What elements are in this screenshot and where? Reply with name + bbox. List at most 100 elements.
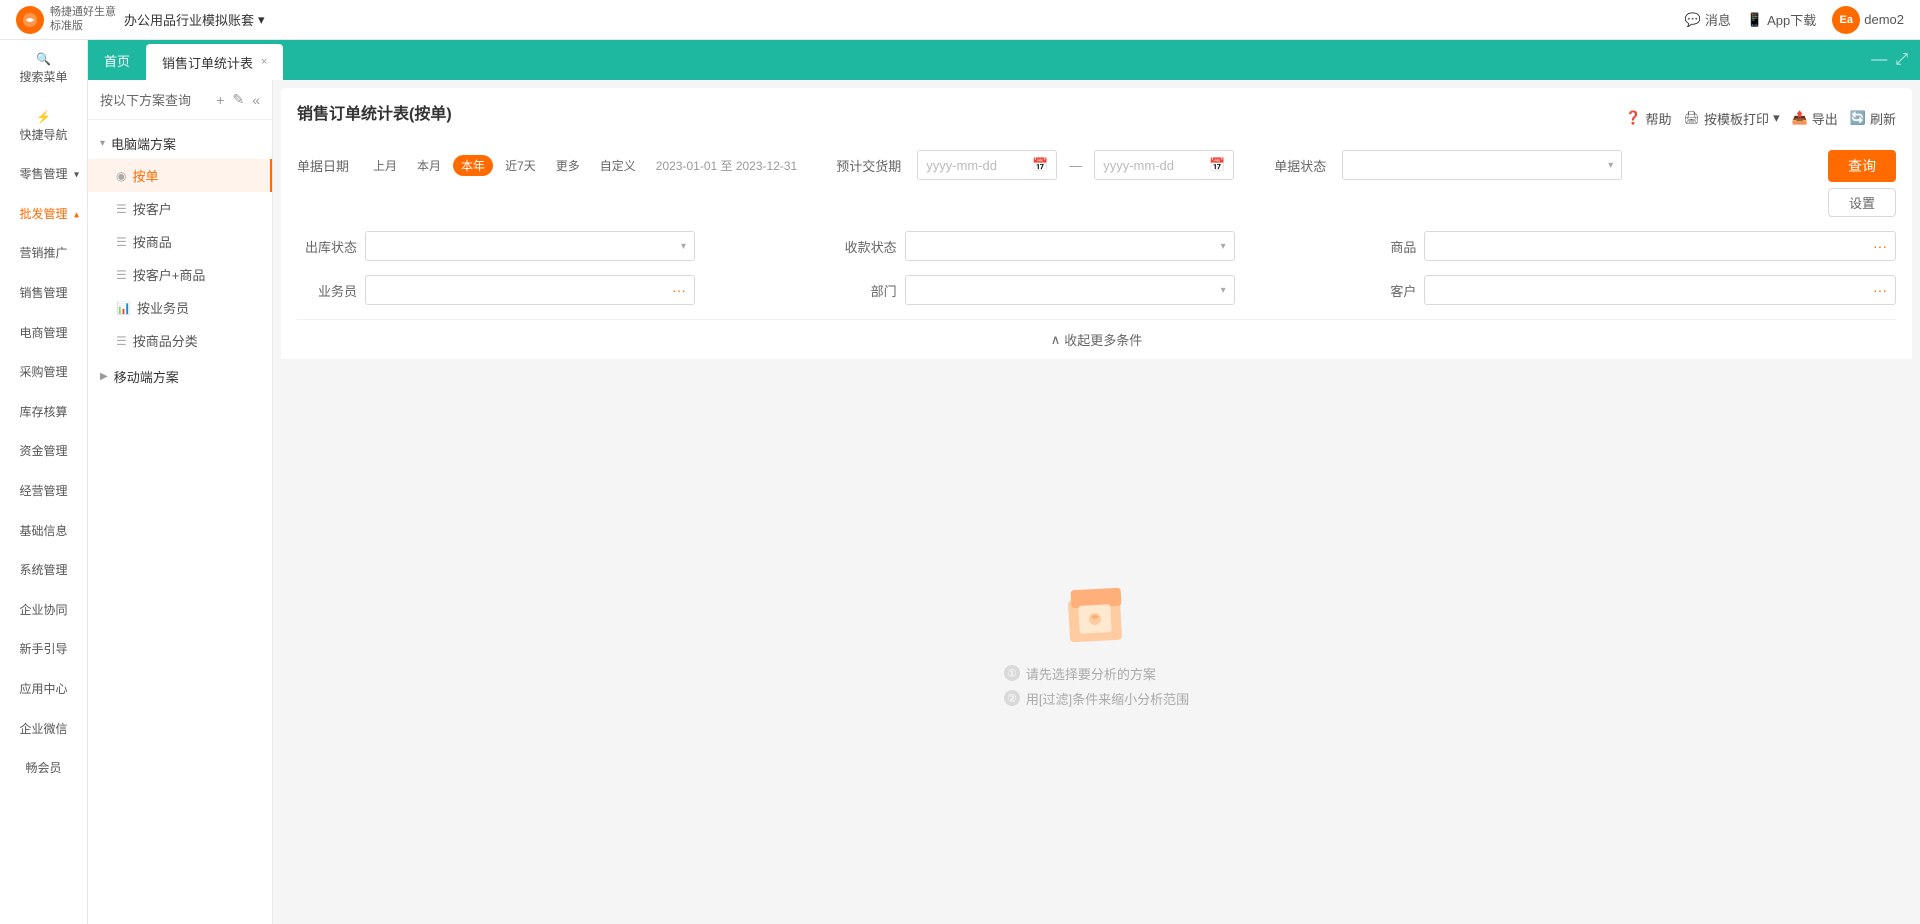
- scheme-group-desktop-header[interactable]: ▾ 电脑端方案: [88, 128, 272, 159]
- message-icon: 💬: [1685, 12, 1701, 28]
- left-scheme-panel: 按以下方案查询 + ✎ « ▾ 电脑端方案 ◉: [88, 80, 273, 924]
- collapse-row: ∧ 收起更多条件: [297, 319, 1896, 359]
- goods-input[interactable]: ···: [1424, 231, 1896, 261]
- query-btn-area: 查询 设置: [1828, 150, 1896, 217]
- minimize-icon[interactable]: —: [1871, 51, 1887, 69]
- sidebar-item-operations[interactable]: 经营管理: [0, 472, 87, 512]
- maximize-icon[interactable]: ⤢: [1895, 51, 1908, 69]
- sidebar-item-marketing[interactable]: 营销推广: [0, 234, 87, 274]
- dept-field: 部门 ▾: [837, 275, 1357, 305]
- sidebar-item-retail[interactable]: 零售管理 ▾: [0, 155, 87, 195]
- shipment-status-select[interactable]: ▾: [365, 231, 695, 261]
- scheme-group-mobile-header[interactable]: ▶ 移动端方案: [88, 361, 272, 392]
- sidebar-item-search[interactable]: 🔍 搜索菜单: [0, 40, 87, 98]
- sidebar-item-enterprise[interactable]: 企业协同: [0, 591, 87, 631]
- payment-dropdown-icon: ▾: [1221, 241, 1226, 252]
- date-btn-this-year[interactable]: 本年: [453, 155, 493, 176]
- print-dropdown-icon: ▾: [1773, 110, 1780, 126]
- filter-row-1: 单据日期 上月 本月 本年 近7天 更多 自定义 2023-01-01 至 20…: [297, 150, 1896, 217]
- scheme-item-by-goods[interactable]: ☰ 按商品: [88, 225, 272, 258]
- tab-bar-actions: — ⤢: [1871, 51, 1920, 69]
- sidebar-item-purchase[interactable]: 采购管理: [0, 353, 87, 393]
- scheme-item-by-customer[interactable]: ☰ 按客户: [88, 192, 272, 225]
- sidebar-item-ecommerce[interactable]: 电商管理: [0, 314, 87, 354]
- sidebar-item-basic-info[interactable]: 基础信息: [0, 512, 87, 552]
- sidebar-item-wholesale[interactable]: 批发管理 ▴: [0, 195, 87, 235]
- refresh-button[interactable]: 🔄 刷新: [1850, 109, 1896, 128]
- sidebar-item-finance[interactable]: 资金管理: [0, 432, 87, 472]
- filter-panel: 单据日期 上月 本月 本年 近7天 更多 自定义 2023-01-01 至 20…: [281, 136, 1912, 359]
- collapse-button[interactable]: ∧ 收起更多条件: [1051, 330, 1143, 349]
- status-select[interactable]: ▾: [1342, 150, 1622, 180]
- salesman-input[interactable]: ···: [365, 275, 695, 305]
- goods-label: 商品: [1376, 237, 1416, 256]
- export-button[interactable]: 📤 导出: [1792, 109, 1838, 128]
- print-icon: 🖨: [1684, 110, 1701, 126]
- empty-hints: ① 请先选择要分析的方案 ② 用[过滤]条件来缩小分析范围: [1004, 664, 1189, 714]
- forecast-end-date[interactable]: yyyy-mm-dd 📅: [1094, 150, 1234, 180]
- tab-close-icon[interactable]: ×: [261, 56, 267, 68]
- sidebar-item-inventory[interactable]: 库存核算: [0, 393, 87, 433]
- goods-field: 商品 ···: [1376, 231, 1896, 261]
- date-btn-last-month[interactable]: 上月: [365, 155, 405, 176]
- help-button[interactable]: ❓ 帮助: [1625, 109, 1671, 128]
- sidebar-item-system[interactable]: 系统管理: [0, 551, 87, 591]
- dept-label: 部门: [837, 281, 897, 300]
- forecast-start-date[interactable]: yyyy-mm-dd 📅: [917, 150, 1057, 180]
- scheme-list-icon-2: ☰: [116, 235, 127, 249]
- add-scheme-button[interactable]: +: [216, 92, 224, 108]
- right-content: 销售订单统计表(按单) ❓ 帮助 🖨 按模板打印 ▾ 📤: [273, 80, 1920, 924]
- scheme-item-by-order[interactable]: ◉ 按单: [88, 159, 272, 192]
- app-selector[interactable]: 办公用品行业模拟账套 ▾: [124, 10, 265, 29]
- sidebar-item-newbie[interactable]: 新手引导: [0, 630, 87, 670]
- salesman-more-icon[interactable]: ···: [672, 282, 686, 298]
- edit-scheme-button[interactable]: ✎: [232, 91, 244, 108]
- date-btn-more[interactable]: 更多: [548, 155, 588, 176]
- hint-item-1: ① 请先选择要分析的方案: [1004, 664, 1189, 683]
- scheme-list-icon-4: ☰: [116, 334, 127, 348]
- scheme-radio-icon: ◉: [116, 169, 126, 183]
- avatar: Ea: [1832, 6, 1860, 34]
- sidebar-item-shortcuts[interactable]: ⚡ 快捷导航: [0, 98, 87, 156]
- calendar-icon-1: 📅: [1032, 157, 1048, 173]
- scheme-item-by-customer-goods[interactable]: ☰ 按客户+商品: [88, 258, 272, 291]
- filter-row-1-inner: 单据日期 上月 本月 本年 近7天 更多 自定义 2023-01-01 至 20…: [297, 150, 1816, 180]
- goods-more-icon[interactable]: ···: [1873, 238, 1887, 254]
- date-shortcuts-group: 上月 本月 本年 近7天 更多 自定义: [365, 155, 644, 176]
- payment-status-select[interactable]: ▾: [905, 231, 1235, 261]
- collapse-panel-button[interactable]: «: [252, 92, 260, 108]
- sidebar-item-sales[interactable]: 销售管理: [0, 274, 87, 314]
- export-icon: 📤: [1792, 110, 1808, 126]
- shortcuts-icon: ⚡: [36, 110, 51, 124]
- empty-illustration: [1051, 562, 1141, 652]
- scheme-group-desktop: ▾ 电脑端方案 ◉ 按单 ☰ 按客户 ☰ 按商品: [88, 128, 272, 357]
- date-btn-last-7-days[interactable]: 近7天: [497, 155, 544, 176]
- query-button[interactable]: 查询: [1828, 150, 1896, 182]
- scheme-item-by-category[interactable]: ☰ 按商品分类: [88, 324, 272, 357]
- sidebar-item-member[interactable]: 畅会员: [0, 749, 87, 789]
- status-label: 单据状态: [1266, 156, 1326, 175]
- customer-input[interactable]: ···: [1424, 275, 1896, 305]
- tab-home[interactable]: 首页: [88, 40, 146, 80]
- scheme-list: ▾ 电脑端方案 ◉ 按单 ☰ 按客户 ☰ 按商品: [88, 120, 272, 924]
- customer-more-icon[interactable]: ···: [1873, 282, 1887, 298]
- date-btn-this-month[interactable]: 本月: [409, 155, 449, 176]
- download-icon: 📱: [1747, 12, 1763, 28]
- filter-row-3: 业务员 ··· 部门 ▾: [297, 275, 1896, 305]
- scheme-item-by-salesman[interactable]: 📊 按业务员: [88, 291, 272, 324]
- page-header-actions: ❓ 帮助 🖨 按模板打印 ▾ 📤 导出 🔄: [1625, 109, 1896, 128]
- tab-sales-order-stats[interactable]: 销售订单统计表 ×: [146, 44, 283, 80]
- dept-select[interactable]: ▾: [905, 275, 1235, 305]
- topbar-left: 畅捷通好生意 标准版 办公用品行业模拟账套 ▾: [16, 6, 265, 34]
- group-expand-icon-2: ▶: [100, 371, 108, 382]
- app-download-button[interactable]: 📱 App下载: [1747, 10, 1816, 29]
- date-btn-custom[interactable]: 自定义: [592, 155, 644, 176]
- sidebar-item-app-center[interactable]: 应用中心: [0, 670, 87, 710]
- scheme-chart-icon: 📊: [116, 301, 131, 315]
- user-profile[interactable]: Ea demo2: [1832, 6, 1904, 34]
- calendar-icon-2: 📅: [1209, 157, 1225, 173]
- settings-button[interactable]: 设置: [1828, 188, 1896, 217]
- sidebar-item-wechat[interactable]: 企业微信: [0, 710, 87, 750]
- print-button[interactable]: 🖨 按模板打印 ▾: [1684, 109, 1780, 128]
- message-button[interactable]: 💬 消息: [1685, 10, 1731, 29]
